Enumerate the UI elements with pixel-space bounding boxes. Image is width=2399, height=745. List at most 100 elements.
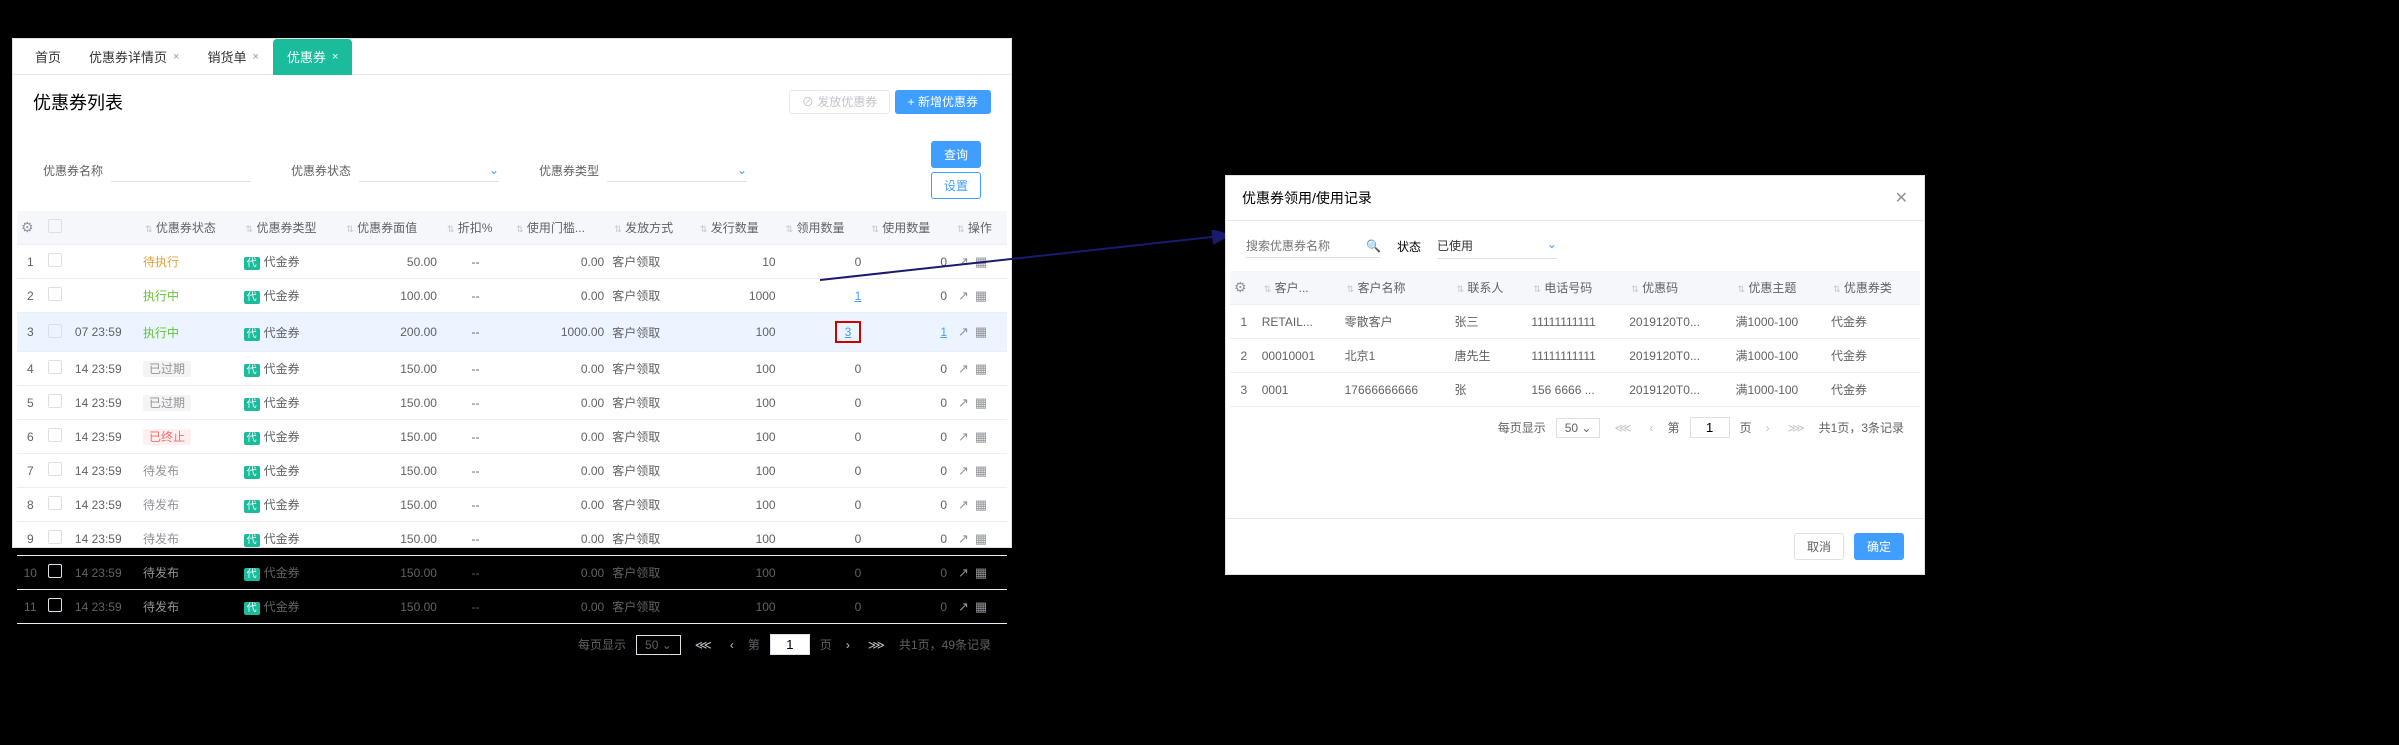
search-icon[interactable]: 🔍 (1366, 239, 1381, 253)
claim-count-link[interactable]: 1 (855, 289, 862, 303)
open-icon[interactable]: ↗ (958, 429, 969, 444)
gear-icon[interactable]: ⚙ (21, 219, 34, 235)
coupon-search-input[interactable] (1246, 235, 1366, 257)
modal-page-input[interactable] (1690, 417, 1730, 438)
row-checkbox[interactable] (48, 360, 62, 374)
coupon-name-input[interactable] (111, 159, 251, 182)
open-icon[interactable]: ↗ (958, 531, 969, 546)
qrcode-icon[interactable]: ▦ (975, 463, 987, 478)
qrcode-icon[interactable]: ▦ (975, 429, 987, 444)
page-number-input[interactable] (770, 634, 810, 655)
open-icon[interactable]: ↗ (958, 395, 969, 410)
column-header[interactable]: ⇅ 优惠券类型 (240, 211, 341, 245)
close-icon[interactable]: × (173, 51, 179, 63)
row-checkbox[interactable] (48, 462, 62, 476)
query-button[interactable]: 查询 (931, 141, 981, 168)
column-header[interactable]: ⇅ 发放方式 (608, 211, 694, 245)
open-icon[interactable]: ↗ (958, 324, 969, 339)
gear-icon[interactable]: ⚙ (1234, 279, 1247, 295)
qrcode-icon[interactable]: ▦ (975, 395, 987, 410)
column-header[interactable]: ⇅ 使用门槛... (510, 211, 608, 245)
column-header[interactable]: ⇅ 优惠码 (1625, 271, 1731, 305)
tab-优惠券详情页[interactable]: 优惠券详情页× (75, 39, 193, 75)
column-header[interactable]: ⇅ 优惠券类 (1827, 271, 1920, 305)
qrcode-icon[interactable]: ▦ (975, 599, 987, 614)
status-badge: 执行中 (143, 289, 179, 303)
ok-button[interactable]: 确定 (1854, 533, 1904, 560)
close-icon[interactable]: × (332, 51, 338, 63)
type-badge-icon: 代 (244, 534, 260, 547)
modal-next-page-icon[interactable]: › (1762, 421, 1774, 435)
settings-button[interactable]: 设置 (931, 172, 981, 199)
modal-title: 优惠券领用/使用记录 (1242, 188, 1372, 208)
row-checkbox[interactable] (48, 564, 62, 578)
open-icon[interactable]: ↗ (958, 463, 969, 478)
first-page-icon[interactable]: ⋘ (691, 638, 716, 652)
row-checkbox[interactable] (48, 496, 62, 510)
status-badge: 已终止 (143, 429, 191, 445)
select-all-checkbox[interactable] (48, 219, 62, 233)
type-badge-icon: 代 (244, 500, 260, 513)
row-checkbox[interactable] (48, 253, 62, 267)
row-checkbox[interactable] (48, 287, 62, 301)
column-header[interactable]: ⇅ 电话号码 (1527, 271, 1625, 305)
page-header: 优惠券列表 ⊘ 发放优惠券 + 新增优惠券 (13, 75, 1011, 129)
modal-per-page-select[interactable]: 50 ⌄ (1556, 418, 1601, 438)
claim-count-link[interactable]: 3 (845, 325, 852, 339)
qrcode-icon[interactable]: ▦ (975, 531, 987, 546)
modal-prev-page-icon[interactable]: ‹ (1646, 421, 1658, 435)
type-select[interactable]: ⌄ (607, 159, 747, 182)
qrcode-icon[interactable]: ▦ (975, 497, 987, 512)
table-row: 514 23:59已过期代代金券150.00--0.00客户领取10000↗▦ (17, 386, 1007, 420)
modal-status-select[interactable]: 已使用 ⌄ (1437, 233, 1557, 259)
cancel-button[interactable]: 取消 (1794, 533, 1844, 560)
open-icon[interactable]: ↗ (958, 599, 969, 614)
column-header[interactable]: ⇅ 客户... (1258, 271, 1341, 305)
column-header[interactable]: ⇅ 优惠主题 (1732, 271, 1827, 305)
row-checkbox[interactable] (48, 428, 62, 442)
modal-last-page-icon[interactable]: ⋙ (1784, 421, 1809, 435)
prev-page-icon[interactable]: ‹ (726, 638, 738, 652)
status-badge: 待发布 (143, 532, 179, 546)
add-coupon-button[interactable]: + 新增优惠券 (895, 90, 991, 114)
modal-first-page-icon[interactable]: ⋘ (1610, 421, 1635, 435)
close-icon[interactable]: × (252, 51, 258, 63)
status-select[interactable]: ⌄ (359, 159, 499, 182)
tab-优惠券[interactable]: 优惠券× (273, 39, 352, 75)
last-page-icon[interactable]: ⋙ (864, 638, 889, 652)
qrcode-icon[interactable]: ▦ (975, 324, 987, 339)
row-checkbox[interactable] (48, 530, 62, 544)
type-badge-icon: 代 (244, 328, 260, 341)
pagination-summary: 共1页，49条记录 (899, 636, 991, 653)
table-row: 1RETAIL...零散客户张三111111111112019120T0...满… (1230, 305, 1920, 339)
row-checkbox[interactable] (48, 394, 62, 408)
table-row: 814 23:59待发布代代金券150.00--0.00客户领取10000↗▦ (17, 488, 1007, 522)
open-icon[interactable]: ↗ (958, 565, 969, 580)
tab-首页[interactable]: 首页 (21, 39, 75, 75)
open-icon[interactable]: ↗ (958, 497, 969, 512)
status-badge: 已过期 (143, 361, 191, 377)
tab-销货单[interactable]: 销货单× (193, 39, 272, 75)
column-header[interactable]: ⇅ 联系人 (1451, 271, 1528, 305)
page-title: 优惠券列表 (33, 89, 123, 115)
close-icon[interactable]: ✕ (1895, 188, 1908, 208)
column-header[interactable]: ⇅ 客户名称 (1341, 271, 1451, 305)
distribute-coupon-button[interactable]: ⊘ 发放优惠券 (789, 90, 890, 114)
column-header[interactable]: ⇅ 发行数量 (694, 211, 780, 245)
type-badge-icon: 代 (244, 364, 260, 377)
qrcode-icon[interactable]: ▦ (975, 565, 987, 580)
next-page-icon[interactable]: › (842, 638, 854, 652)
use-count-link[interactable]: 1 (940, 325, 947, 339)
row-checkbox[interactable] (48, 598, 62, 612)
open-icon[interactable]: ↗ (958, 361, 969, 376)
column-header[interactable]: ⇅ 折扣% (441, 211, 510, 245)
type-badge-icon: 代 (244, 568, 260, 581)
type-badge-icon: 代 (244, 466, 260, 479)
column-header[interactable]: ⇅ 优惠券面值 (340, 211, 441, 245)
usage-record-modal: 优惠券领用/使用记录 ✕ 🔍 状态 已使用 ⌄ ⚙⇅ 客户...⇅ 客户名称⇅ … (1225, 175, 1925, 575)
column-header[interactable]: ⇅ 优惠券状态 (139, 211, 240, 245)
per-page-select[interactable]: 50 ⌄ (636, 635, 681, 655)
table-row: 1014 23:59待发布代代金券150.00--0.00客户领取10000↗▦ (17, 556, 1007, 590)
qrcode-icon[interactable]: ▦ (975, 361, 987, 376)
row-checkbox[interactable] (48, 324, 62, 338)
